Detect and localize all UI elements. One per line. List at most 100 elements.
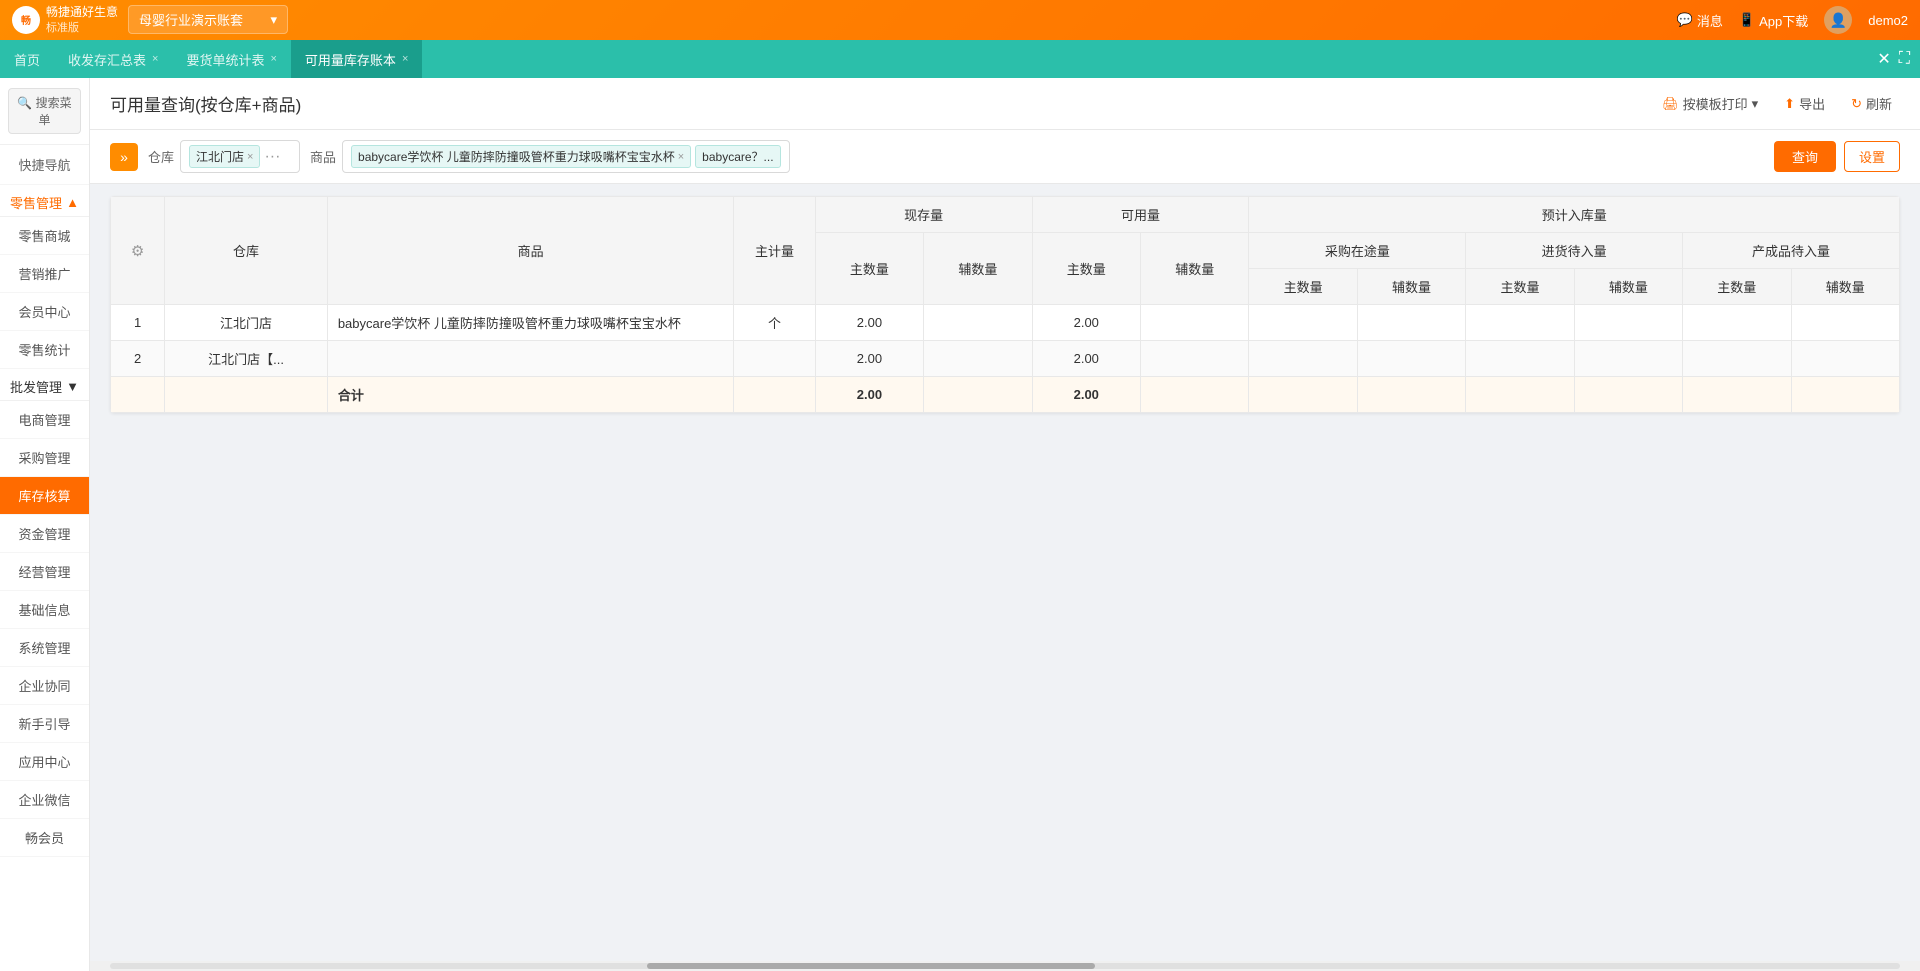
filter-toggle-button[interactable]: » [110, 143, 138, 171]
retail-expand-icon: ▲ [66, 195, 79, 210]
sidebar-item-wechat[interactable]: 企业微信 [0, 781, 89, 819]
top-bar-left: 畅 畅捷通好生意 标准版 母婴行业演示账套 ▾ [12, 5, 288, 35]
sidebar-section-retail[interactable]: 零售管理 ▲ [0, 185, 89, 217]
warehouse-input[interactable]: 江北门店 × ··· [180, 140, 300, 173]
sidebar-item-appstore[interactable]: 应用中心 [0, 743, 89, 781]
sidebar-item-retail-mall[interactable]: 零售商城 [0, 217, 89, 255]
purchase-label: 采购管理 [18, 451, 70, 466]
export-button[interactable]: ⬆ 导出 [1776, 90, 1833, 117]
sidebar-item-inventory[interactable]: 库存核算 [0, 477, 89, 515]
filter-bar: » 仓库 江北门店 × ··· 商品 babycare学饮杯 儿童防摔防撞吸管杯… [90, 130, 1920, 184]
message-button[interactable]: 💬 消息 [1677, 11, 1723, 30]
total-spacer2 [165, 377, 328, 413]
data-table: ⚙ 仓库 商品 主计量 现存量 可用量 预计入库量 主数量 辅数量 主数量 辅数… [110, 196, 1900, 413]
phone-icon: 📱 [1739, 12, 1755, 28]
refresh-button[interactable]: ↻ 刷新 [1843, 90, 1900, 117]
product-input[interactable]: babycare学饮杯 儿童防摔防撞吸管杯重力球吸嘴杯宝宝水杯 × babyca… [342, 140, 790, 173]
sidebar-item-member[interactable]: 畅会员 [0, 819, 89, 857]
warehouse-more-button[interactable]: ··· [264, 148, 280, 166]
total-pt-aux [1357, 377, 1465, 413]
total-prod-main [1683, 377, 1791, 413]
th-available: 可用量 [1032, 197, 1249, 233]
sidebar-item-basic[interactable]: 基础信息 [0, 591, 89, 629]
row1-in-main [1466, 305, 1574, 341]
row1-current-aux [924, 305, 1032, 341]
th-prod-main: 主数量 [1683, 269, 1791, 305]
export-label: 导出 [1799, 94, 1825, 113]
total-avail-aux [1140, 377, 1248, 413]
print-chevron-icon: ▾ [1752, 96, 1759, 112]
th-prod-aux: 辅数量 [1791, 269, 1899, 305]
scroll-thumb[interactable] [647, 963, 1095, 969]
total-in-aux [1574, 377, 1682, 413]
row2-avail-main: 2.00 [1032, 341, 1140, 377]
table-header-row1: ⚙ 仓库 商品 主计量 现存量 可用量 预计入库量 [111, 197, 1900, 233]
product-filter-label: 商品 [310, 147, 336, 166]
finance-label: 资金管理 [18, 527, 70, 542]
industry-selector[interactable]: 母婴行业演示账套 ▾ [128, 5, 288, 34]
sidebar-item-finance[interactable]: 资金管理 [0, 515, 89, 553]
th-pt-aux: 辅数量 [1357, 269, 1465, 305]
system-label: 系统管理 [18, 641, 70, 656]
product-tag1: babycare学饮杯 儿童防摔防撞吸管杯重力球吸嘴杯宝宝水杯 × [351, 145, 691, 168]
sidebar-item-newbie[interactable]: 新手引导 [0, 705, 89, 743]
tab-bar-right: ✕ ⛶ [1877, 49, 1920, 69]
warehouse-filter: 仓库 江北门店 × ··· [148, 140, 300, 173]
th-settings: ⚙ [111, 197, 165, 305]
close-tab-receive[interactable]: × [152, 53, 158, 65]
sidebar-item-retail-stats[interactable]: 零售统计 [0, 331, 89, 369]
sidebar-item-ecommerce[interactable]: 电商管理 [0, 401, 89, 439]
print-button[interactable]: 🖨 按模板打印 ▾ [1654, 90, 1766, 117]
warehouse-tag-remove[interactable]: × [247, 151, 253, 163]
sidebar-item-purchase[interactable]: 采购管理 [0, 439, 89, 477]
tab-available-stock[interactable]: 可用量库存账本 × [291, 40, 422, 78]
sidebar-item-marketing[interactable]: 营销推广 [0, 255, 89, 293]
row2-warehouse: 江北门店【... [165, 341, 328, 377]
th-planned-in: 预计入库量 [1249, 197, 1900, 233]
table-footer: 合计 2.00 2.00 [111, 377, 1900, 413]
inventory-label: 库存核算 [18, 489, 70, 504]
query-button[interactable]: 查询 [1774, 141, 1836, 172]
expand-icon[interactable]: ⛶ [1899, 50, 1910, 68]
close-tab-order[interactable]: × [270, 53, 276, 65]
row1-avail-main: 2.00 [1032, 305, 1140, 341]
app-download-label: App下载 [1759, 11, 1808, 30]
sidebar-item-members[interactable]: 会员中心 [0, 293, 89, 331]
total-current-main: 2.00 [815, 377, 923, 413]
table-settings-icon[interactable]: ⚙ [131, 243, 144, 260]
sidebar-item-system[interactable]: 系统管理 [0, 629, 89, 667]
search-menu-button[interactable]: 🔍 搜索菜单 [8, 88, 81, 134]
th-incoming: 进货待入量 [1466, 233, 1683, 269]
industry-name: 母婴行业演示账套 [139, 10, 243, 29]
sidebar-item-operations[interactable]: 经营管理 [0, 553, 89, 591]
row2-pt-aux [1357, 341, 1465, 377]
th-warehouse: 仓库 [165, 197, 328, 305]
product-tag1-text: babycare学饮杯 儿童防摔防撞吸管杯重力球吸嘴杯宝宝水杯 [358, 148, 675, 165]
table-row: 2 江北门店【... 2.00 2.00 [111, 341, 1900, 377]
ecommerce-label: 电商管理 [18, 413, 70, 428]
content-area: 可用量查询(按仓库+商品) 🖨 按模板打印 ▾ ⬆ 导出 ↻ 刷新 [90, 78, 1920, 971]
horizontal-scrollbar[interactable] [90, 961, 1920, 971]
settings-button[interactable]: 设置 [1844, 141, 1900, 172]
sidebar-item-quick-nav[interactable]: 快捷导航 [0, 145, 89, 185]
retail-mall-label: 零售商城 [18, 229, 70, 244]
sidebar-section-wholesale[interactable]: 批发管理 ▼ [0, 369, 89, 401]
th-current-main: 主数量 [815, 233, 923, 305]
tab-receive-summary[interactable]: 收发存汇总表 × [54, 40, 172, 78]
app-download-button[interactable]: 📱 App下载 [1739, 11, 1808, 30]
main-layout: 🔍 搜索菜单 快捷导航 零售管理 ▲ 零售商城 营销推广 会员中心 零售统计 批… [0, 78, 1920, 971]
row1-seq: 1 [111, 305, 165, 341]
row2-unit [734, 341, 815, 377]
close-tab-available[interactable]: × [402, 53, 408, 65]
tab-order-stats[interactable]: 要货单统计表 × [172, 40, 290, 78]
wechat-label: 企业微信 [18, 793, 70, 808]
tab-order-label: 要货单统计表 [186, 50, 264, 69]
enterprise-label: 企业协同 [18, 679, 70, 694]
th-in-aux: 辅数量 [1574, 269, 1682, 305]
row1-unit: 个 [734, 305, 815, 341]
product-tag1-remove[interactable]: × [678, 151, 684, 163]
close-all-tabs-icon[interactable]: ✕ [1877, 49, 1890, 69]
sidebar-item-enterprise[interactable]: 企业协同 [0, 667, 89, 705]
tab-receive-label: 收发存汇总表 [68, 50, 146, 69]
tab-home[interactable]: 首页 [0, 40, 54, 78]
